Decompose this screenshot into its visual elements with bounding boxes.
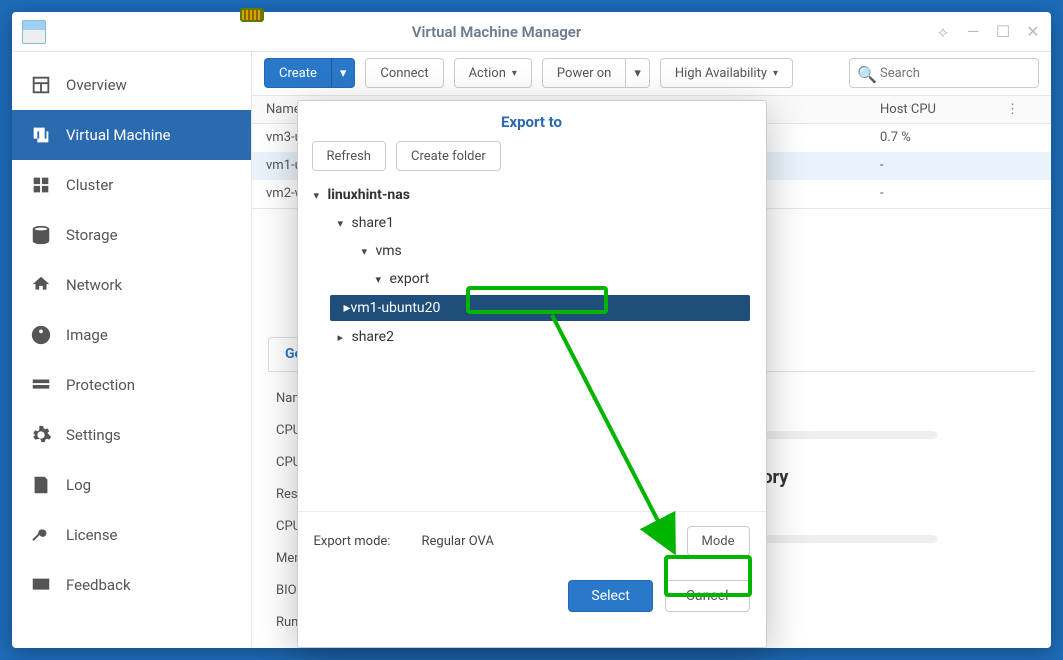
- sidebar-item-storage[interactable]: Storage: [12, 210, 251, 260]
- sidebar-item-label: Protection: [66, 376, 135, 394]
- sidebar-item-label: License: [66, 526, 118, 544]
- create-folder-button[interactable]: Create folder: [396, 141, 501, 171]
- sidebar-item-label: Image: [66, 326, 108, 344]
- chevron-down-icon: ▾: [376, 273, 390, 286]
- power-on-button[interactable]: Power on: [542, 58, 625, 88]
- search-input[interactable]: [849, 58, 1039, 88]
- chevron-down-icon: ▾: [314, 189, 328, 202]
- sidebar-item-network[interactable]: Network: [12, 260, 251, 310]
- sidebar-item-overview[interactable]: Overview: [12, 60, 251, 110]
- chevron-down-icon: ▾: [338, 217, 352, 230]
- toolbar: Create ▾ Connect Action▾ Power on ▾ High…: [252, 52, 1051, 96]
- refresh-button[interactable]: Refresh: [312, 141, 386, 171]
- maximize-icon[interactable]: ☐: [995, 22, 1011, 42]
- log-icon: [30, 474, 52, 496]
- chevron-right-icon: ▸: [338, 331, 352, 344]
- sidebar-item-label: Network: [66, 276, 122, 294]
- overview-icon: [30, 74, 52, 96]
- titlebar: Virtual Machine Manager ⟡ — ☐ ✕: [12, 12, 1051, 52]
- chevron-down-icon[interactable]: ▾: [331, 58, 356, 88]
- sidebar-item-protection[interactable]: Protection: [12, 360, 251, 410]
- sidebar-item-log[interactable]: Log: [12, 460, 251, 510]
- vm-icon: [30, 124, 52, 146]
- create-button[interactable]: Create ▾: [264, 58, 355, 88]
- license-icon: [30, 524, 52, 546]
- sidebar-item-label: Log: [66, 476, 91, 494]
- sidebar-item-label: Feedback: [66, 576, 131, 594]
- pin-icon[interactable]: ⟡: [935, 22, 951, 42]
- stat-cpu-title: PU: [737, 388, 1027, 409]
- sidebar-item-image[interactable]: Image: [12, 310, 251, 360]
- high-availability-button[interactable]: High Availability▾: [660, 58, 793, 88]
- sidebar-item-label: Cluster: [66, 176, 113, 194]
- minimize-icon[interactable]: —: [965, 22, 981, 42]
- export-modal: Export to Refresh Create folder ▾ linuxh…: [297, 100, 767, 648]
- feedback-icon: [30, 574, 52, 596]
- mem-usage-bar: [737, 535, 937, 543]
- connect-button[interactable]: Connect: [365, 58, 443, 88]
- chevron-down-icon: ▾: [362, 245, 376, 258]
- close-icon[interactable]: ✕: [1025, 22, 1041, 42]
- sidebar: Overview Virtual Machine Cluster Storage…: [12, 52, 252, 648]
- sidebar-item-feedback[interactable]: Feedback: [12, 560, 251, 610]
- tree-node-selected[interactable]: ▸ vm1-ubuntu20: [330, 295, 750, 321]
- sidebar-item-label: Virtual Machine: [66, 126, 171, 144]
- tree-node-root[interactable]: ▾ linuxhint-nas: [314, 181, 750, 209]
- sidebar-item-virtual-machine[interactable]: Virtual Machine: [12, 110, 251, 160]
- sidebar-item-label: Storage: [66, 226, 118, 244]
- stat-mem-title: emory: [737, 467, 1027, 488]
- mode-button[interactable]: Mode: [687, 526, 750, 556]
- chevron-down-icon[interactable]: ▾: [625, 58, 650, 88]
- stat-mem-sub: GB: [737, 510, 1027, 525]
- cpu-usage-bar: [737, 431, 937, 439]
- protection-icon: [30, 374, 52, 396]
- tree-node-share1[interactable]: ▾ share1: [314, 209, 750, 237]
- cancel-button[interactable]: Cancel: [665, 580, 750, 612]
- network-icon: [30, 274, 52, 296]
- tree-node-share2[interactable]: ▸ share2: [314, 323, 750, 351]
- tree-node-vms[interactable]: ▾ vms: [314, 237, 750, 265]
- search-icon: 🔍: [857, 65, 877, 84]
- export-mode-value: Regular OVA: [422, 534, 687, 549]
- column-options-icon[interactable]: ⋮: [1002, 102, 1022, 117]
- chevron-right-icon: ▸: [344, 300, 351, 316]
- select-button[interactable]: Select: [568, 580, 652, 612]
- export-mode-label: Export mode:: [314, 534, 422, 549]
- image-icon: [30, 324, 52, 346]
- modal-title: Export to: [298, 101, 766, 141]
- col-header-host-cpu[interactable]: Host CPU: [862, 102, 1002, 117]
- settings-icon: [30, 424, 52, 446]
- sidebar-item-cluster[interactable]: Cluster: [12, 160, 251, 210]
- cluster-icon: [30, 174, 52, 196]
- sidebar-item-label: Overview: [66, 76, 127, 94]
- sidebar-item-license[interactable]: License: [12, 510, 251, 560]
- sidebar-item-settings[interactable]: Settings: [12, 410, 251, 460]
- app-icon: [22, 20, 46, 44]
- storage-icon: [30, 224, 52, 246]
- action-button[interactable]: Action▾: [454, 58, 532, 88]
- tree-node-export[interactable]: ▾ export: [314, 265, 750, 293]
- window-title: Virtual Machine Manager: [58, 23, 935, 41]
- sidebar-item-label: Settings: [66, 426, 121, 444]
